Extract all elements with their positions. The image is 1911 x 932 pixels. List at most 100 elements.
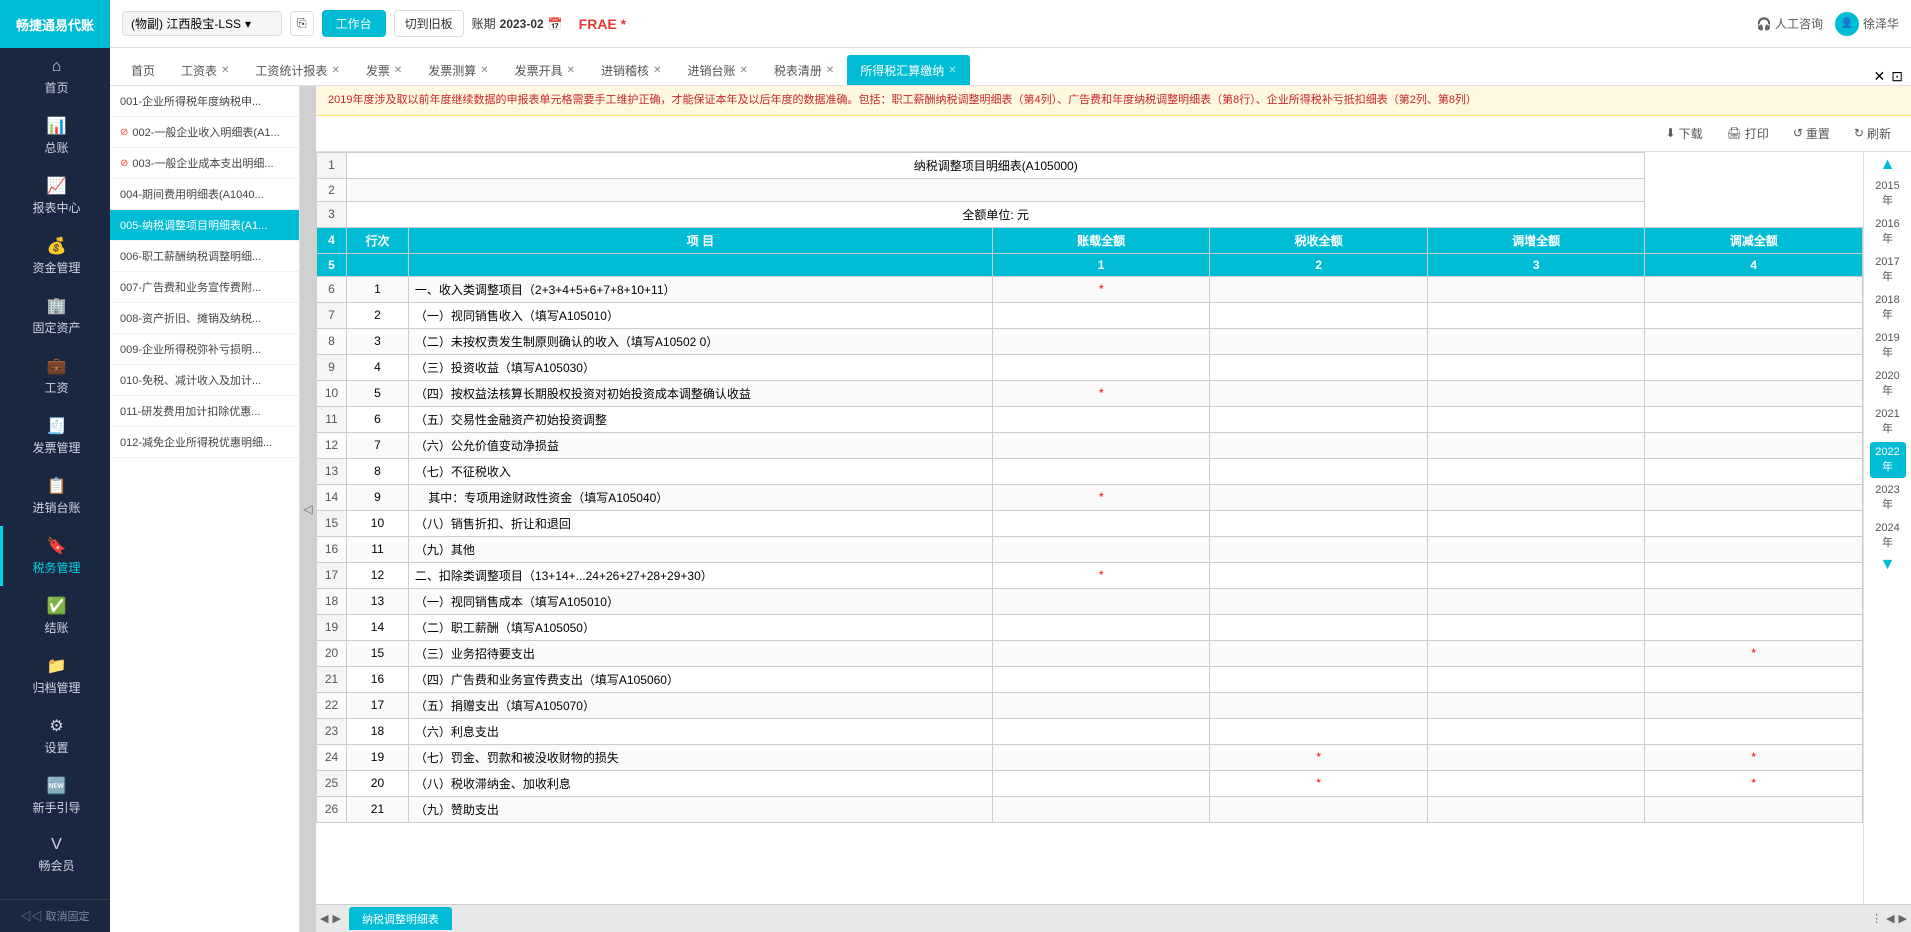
table-row: 22 17 （五）捐赠支出（填写A105070） — [317, 692, 1863, 718]
workbench-button[interactable]: 工作台 — [322, 10, 386, 37]
item-004-label: 004-期间费用明细表(A1040... — [120, 186, 264, 202]
left-panel-item-006[interactable]: 006-职工薪酬纳税调整明细... — [110, 241, 299, 272]
left-panel-item-011[interactable]: 011-研发费用加计扣除优惠... — [110, 396, 299, 427]
col-item-header: 项 目 — [408, 227, 992, 253]
tab-tax-table-close[interactable]: ✕ — [826, 65, 834, 76]
tab-purchase-ledger[interactable]: 进销台账 ✕ — [674, 55, 760, 85]
sidebar-item-guide[interactable]: 🆕 新手引导 — [0, 766, 110, 826]
sidebar-item-home[interactable]: ⌂ 首页 — [0, 48, 110, 106]
left-panel: 001-企业所得税年度纳税申... ⊘ 002-一般企业收入明细表(A1... … — [110, 86, 300, 932]
tab-invoice-calc[interactable]: 发票测算 ✕ — [415, 55, 501, 85]
item-011-label: 011-研发费用加计扣除优惠... — [120, 403, 260, 419]
year-2021[interactable]: 2021年 — [1870, 404, 1906, 440]
sidebar-item-archive[interactable]: 📁 归档管理 — [0, 646, 110, 706]
sidebar-item-reports-label: 报表中心 — [32, 199, 80, 216]
warning-bar: 2019年度涉及取以前年度继续数据的申报表单元格需要手工维护正确，才能保证本年及… — [316, 86, 1911, 116]
tab-purchase-check[interactable]: 进销稽核 ✕ — [588, 55, 674, 85]
sidebar-item-closing[interactable]: ✅ 结账 — [0, 586, 110, 646]
left-panel-item-005[interactable]: 005-纳税调整项目明细表(A1... — [110, 210, 299, 241]
reset-button[interactable]: ↺ 重置 — [1785, 122, 1838, 145]
sidebar-item-salary[interactable]: 💼 工资 — [0, 346, 110, 406]
sidebar-item-settings[interactable]: ⚙ 设置 — [0, 706, 110, 766]
right-area: 2019年度涉及取以前年度继续数据的申报表单元格需要手工维护正确，才能保证本年及… — [316, 86, 1911, 932]
bottom-next-icon[interactable]: ▶ — [1899, 912, 1907, 925]
tab-invoice-calc-close[interactable]: ✕ — [480, 65, 488, 76]
year-down-button[interactable]: ▼ — [1870, 556, 1906, 574]
sidebar-item-purchase[interactable]: 📋 进销台账 — [0, 466, 110, 526]
table-row: 11 6 （五）交易性金融资产初始投资调整 — [317, 406, 1863, 432]
scroll-right-icon[interactable]: ▶ — [332, 912, 340, 925]
left-panel-item-009[interactable]: 009-企业所得税弥补亏损明... — [110, 334, 299, 365]
sidebar-item-reports[interactable]: 📈 报表中心 — [0, 166, 110, 226]
copy-button[interactable]: ⎘ — [290, 11, 314, 36]
item-009-label: 009-企业所得税弥补亏损明... — [120, 341, 261, 357]
close-all-button[interactable]: ✕ — [1874, 68, 1886, 85]
sidebar-item-invoice-label: 发票管理 — [32, 439, 80, 456]
tab-invoice[interactable]: 发票 ✕ — [353, 55, 415, 85]
bottom-tab-adjust[interactable]: 纳税调整明细表 — [349, 907, 452, 930]
print-button[interactable]: 🖨 打印 — [1719, 122, 1777, 145]
tab-home[interactable]: 首页 — [118, 55, 168, 85]
salary-icon: 💼 — [47, 356, 67, 376]
tab-income-tax[interactable]: 所得税汇算缴纳 ✕ — [847, 55, 969, 85]
left-panel-item-004[interactable]: 004-期间费用明细表(A1040... — [110, 179, 299, 210]
year-2015[interactable]: 2015年 — [1870, 176, 1906, 212]
sidebar-item-ledger[interactable]: 📊 总账 — [0, 106, 110, 166]
tab-salary-close[interactable]: ✕ — [221, 65, 229, 76]
year-2022[interactable]: 2022年 — [1870, 442, 1906, 478]
sidebar-item-invoice[interactable]: 🧾 发票管理 — [0, 406, 110, 466]
year-2017[interactable]: 2017年 — [1870, 252, 1906, 288]
unpin-button[interactable]: ◁◁ 取消固定 — [0, 899, 110, 932]
year-2018[interactable]: 2018年 — [1870, 290, 1906, 326]
left-panel-item-001[interactable]: 001-企业所得税年度纳税申... — [110, 86, 299, 117]
sub-col1: 1 — [992, 253, 1210, 276]
tab-salary-stats-close[interactable]: ✕ — [331, 65, 339, 76]
left-panel-item-003[interactable]: ⊘ 003-一般企业成本支出明细... — [110, 148, 299, 179]
tab-invoice-issue-close[interactable]: ✕ — [567, 65, 575, 76]
sidebar-item-vip[interactable]: V 畅会员 — [0, 826, 110, 884]
calendar-icon[interactable]: 📅 — [548, 17, 563, 31]
year-2023[interactable]: 2023年 — [1870, 480, 1906, 516]
left-panel-item-010[interactable]: 010-免税、减计收入及加计... — [110, 365, 299, 396]
tab-salary-stats[interactable]: 工资统计报表 ✕ — [242, 55, 352, 85]
year-2016[interactable]: 2016年 — [1870, 214, 1906, 250]
left-panel-item-008[interactable]: 008-资产折旧、摊销及纳税... — [110, 303, 299, 334]
tab-invoice-issue[interactable]: 发票开具 ✕ — [502, 55, 588, 85]
tab-salary[interactable]: 工资表 ✕ — [168, 55, 242, 85]
tab-income-tax-close[interactable]: ✕ — [948, 65, 956, 76]
toggle-panel-button[interactable]: ◁ — [300, 86, 316, 932]
expand-button[interactable]: ⊡ — [1891, 68, 1903, 85]
tab-purchase-check-close[interactable]: ✕ — [653, 65, 661, 76]
company-selector[interactable]: (物副) 江西股宝-LSS ▾ — [122, 11, 282, 36]
refresh-button[interactable]: ↻ 刷新 — [1846, 122, 1899, 145]
sidebar-item-assets[interactable]: 💰 资金管理 — [0, 226, 110, 286]
bottom-scroll-icon[interactable]: ⋮ — [1871, 912, 1882, 925]
download-button[interactable]: ⬇ 下载 — [1658, 122, 1711, 145]
sidebar-item-fixed-assets[interactable]: 🏢 固定资产 — [0, 286, 110, 346]
tab-purchase-ledger-close[interactable]: ✕ — [739, 65, 747, 76]
tab-invoice-close[interactable]: ✕ — [394, 65, 402, 76]
table-container[interactable]: 1 纳税调整项目明细表(A105000) 2 3 全额单位 — [316, 152, 1863, 905]
period-label: 账期 — [472, 15, 496, 32]
error-dot-003: ⊘ — [120, 158, 128, 169]
year-2024[interactable]: 2024年 — [1870, 518, 1906, 554]
col-linenum-header: 行次 — [347, 227, 409, 253]
item-005-label: 005-纳税调整项目明细表(A1... — [120, 217, 267, 233]
switch-button[interactable]: 切到旧板 — [394, 10, 464, 37]
download-icon: ⬇ — [1666, 126, 1676, 140]
year-2020[interactable]: 2020年 — [1870, 366, 1906, 402]
left-panel-item-007[interactable]: 007-广告费和业务宣传费附... — [110, 272, 299, 303]
tab-tax-table[interactable]: 税表清册 ✕ — [761, 55, 847, 85]
consult-button[interactable]: 🎧 人工咨询 — [1757, 15, 1823, 32]
year-up-button[interactable]: ▲ — [1870, 156, 1906, 174]
table-row: 21 16 （四）广告费和业务宣传费支出（填写A105060） — [317, 666, 1863, 692]
tab-bar: 首页 工资表 ✕ 工资统计报表 ✕ 发票 ✕ 发票测算 ✕ 发票开具 ✕ 进销稽… — [110, 48, 1911, 86]
left-panel-item-012[interactable]: 012-减免企业所得税优惠明细... — [110, 427, 299, 458]
bottom-prev-icon[interactable]: ◀ — [1886, 912, 1894, 925]
year-2019[interactable]: 2019年 — [1870, 328, 1906, 364]
left-panel-item-002[interactable]: ⊘ 002-一般企业收入明细表(A1... — [110, 117, 299, 148]
sidebar-item-home-label: 首页 — [44, 79, 68, 96]
user-info[interactable]: 👤 徐泽华 — [1835, 12, 1899, 36]
sidebar-item-tax[interactable]: 🔖 税务管理 — [0, 526, 110, 586]
scroll-left-icon[interactable]: ◀ — [320, 912, 328, 925]
